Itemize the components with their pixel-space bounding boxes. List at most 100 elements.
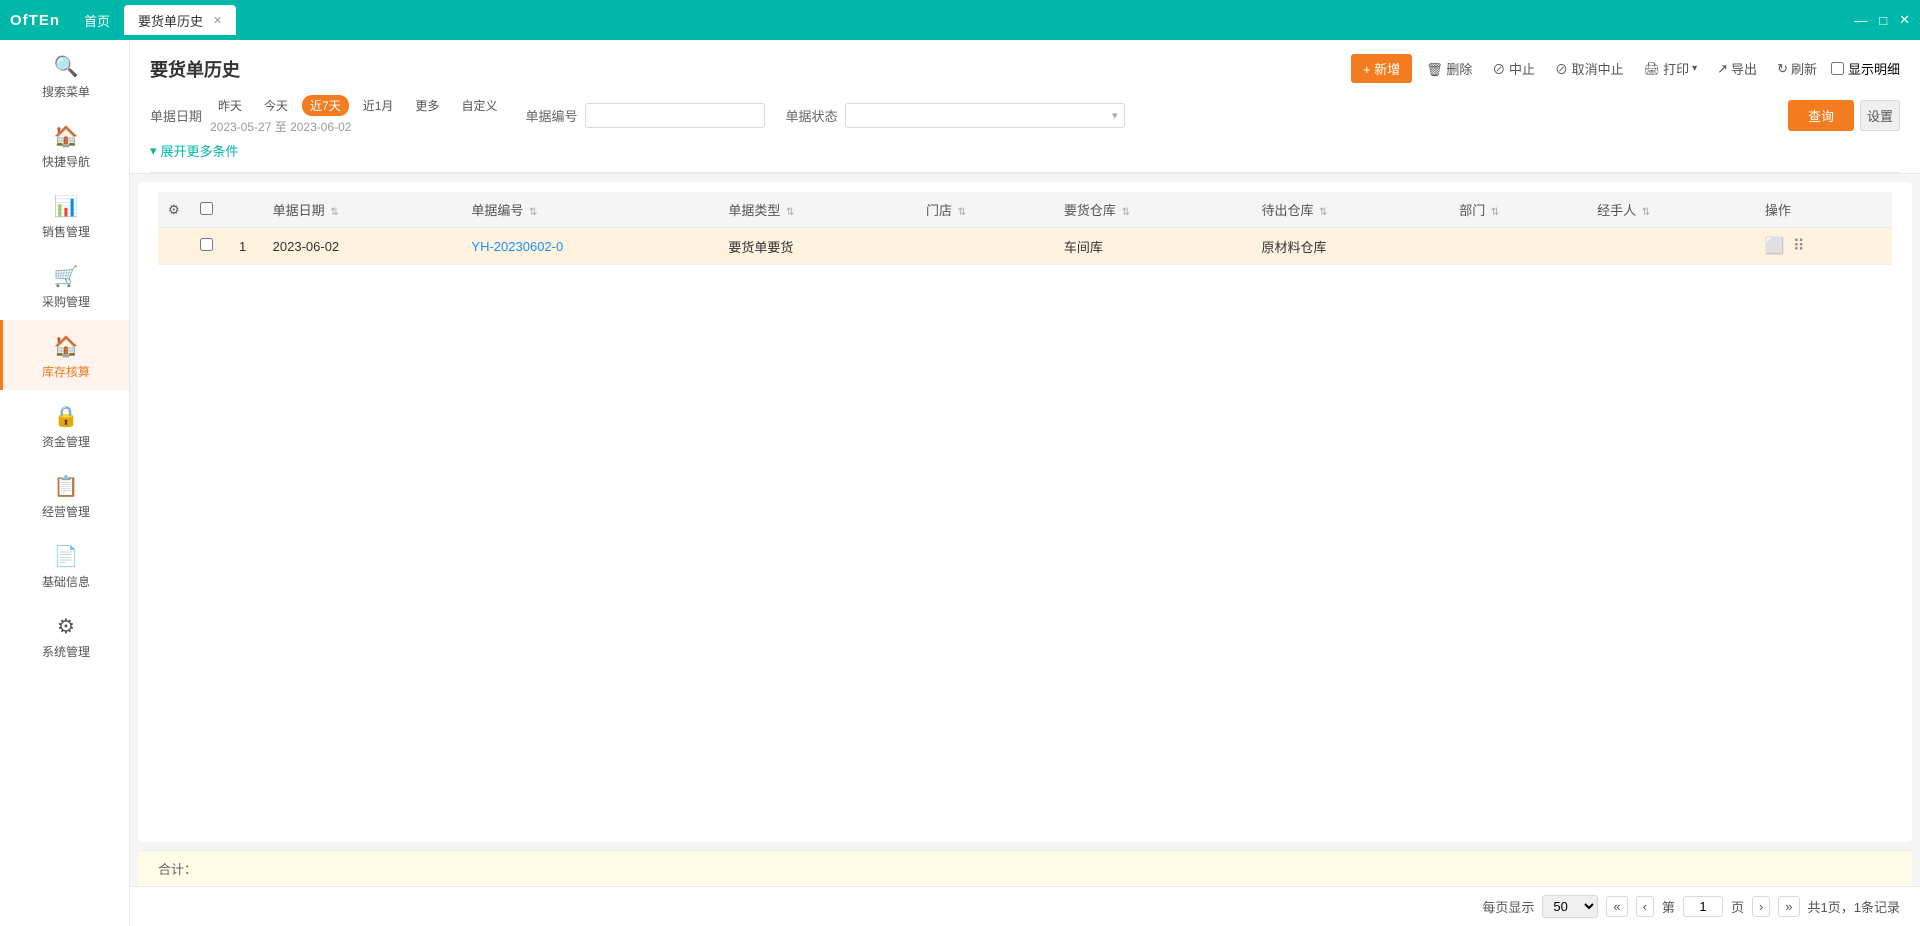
col-bill-type[interactable]: 单据类型 ⇅ [718, 192, 916, 228]
total-info: 共1页，1条记录 [1808, 897, 1900, 916]
row-req-warehouse: 车间库 [1054, 228, 1252, 265]
sidebar-item-purchase-mgmt[interactable]: 🛒 采购管理 [0, 250, 129, 320]
gear-icon: ⚙ [57, 614, 75, 639]
page-num-input[interactable] [1683, 896, 1723, 917]
sidebar-item-operations-mgmt[interactable]: 📋 经营管理 [0, 460, 129, 530]
sort-icon-req-warehouse: ⇅ [1122, 207, 1130, 218]
content-area: 要货单历史 + 新增 🗑 删除 ⊘ 中止 ⊘ 取消中止 🖨 打印 ▾ ↗ 导出 [130, 40, 1920, 926]
export-icon: ↗ [1717, 61, 1728, 77]
tab-requisition-history[interactable]: 要货单历史 ✕ [124, 5, 236, 35]
new-button[interactable]: + 新增 [1351, 54, 1412, 83]
sort-icon-store: ⇅ [958, 207, 966, 218]
page-header: 要货单历史 + 新增 🗑 删除 ⊘ 中止 ⊘ 取消中止 🖨 打印 ▾ ↗ 导出 [130, 40, 1920, 174]
page-title: 要货单历史 [150, 56, 240, 82]
next-page-btn[interactable]: › [1752, 896, 1770, 917]
col-bill-no[interactable]: 单据编号 ⇅ [461, 192, 718, 228]
first-page-btn[interactable]: « [1606, 896, 1627, 917]
main-layout: 🔍 搜索菜单 🏠 快捷导航 📊 销售管理 🛒 采购管理 🏠 库存核算 🔒 资金管… [0, 40, 1920, 926]
filter-row-1: 单据日期 昨天 今天 近7天 近1月 更多 自定义 2023-05-27 至 2… [150, 95, 1900, 135]
delete-button[interactable]: 🗑 删除 [1420, 55, 1478, 82]
bill-status-input[interactable] [845, 103, 1125, 128]
page-label: 第 [1662, 897, 1675, 916]
sort-icon-bill-date: ⇅ [330, 207, 338, 218]
edit-icon[interactable]: ⬜ [1765, 236, 1785, 256]
expand-more-btn[interactable]: ▾ 展开更多条件 [150, 135, 1900, 162]
display-detail-input[interactable] [1831, 62, 1844, 75]
date-btn-1month[interactable]: 近1月 [355, 95, 402, 116]
tab-home[interactable]: 首页 [70, 5, 124, 35]
cancel-stop-button[interactable]: ⊘ 取消中止 [1549, 55, 1630, 82]
close-icon[interactable]: ✕ [1899, 12, 1910, 28]
tab-home-label: 首页 [84, 11, 110, 30]
sidebar-item-purchase-mgmt-label: 采购管理 [42, 293, 90, 310]
col-department[interactable]: 部门 ⇅ [1449, 192, 1587, 228]
page-size-label: 每页显示 [1482, 897, 1534, 916]
clipboard-icon: 📋 [54, 474, 79, 499]
col-store[interactable]: 门店 ⇅ [916, 192, 1054, 228]
sort-icon-handler: ⇅ [1642, 207, 1650, 218]
expand-more-label: 展开更多条件 [161, 141, 239, 160]
sidebar-item-system-mgmt-label: 系统管理 [42, 643, 90, 660]
sidebar-item-inventory-calc[interactable]: 🏠 库存核算 [0, 320, 129, 390]
lock-icon: 🔒 [54, 404, 79, 429]
row-bill-type: 要货单要货 [718, 228, 916, 265]
stop-button[interactable]: ⊘ 中止 [1486, 55, 1541, 82]
date-btn-today[interactable]: 今天 [256, 95, 296, 116]
export-label: 导出 [1731, 59, 1757, 78]
print-button[interactable]: 🖨 打印 ▾ [1638, 55, 1704, 82]
table-row: 1 2023-06-02 YH-20230602-0 要货单要货 车间库 原材料… [158, 228, 1892, 265]
table-footer: 合计： [138, 850, 1912, 886]
maximize-icon[interactable]: □ [1879, 13, 1887, 28]
date-btn-7days[interactable]: 近7天 [302, 95, 349, 116]
sidebar-item-search-menu[interactable]: 🔍 搜索菜单 [0, 40, 129, 110]
bill-no-input[interactable] [585, 103, 765, 128]
print-icon: 🖨 [1644, 61, 1661, 77]
query-button[interactable]: 查询 [1788, 100, 1854, 131]
row-checkbox[interactable] [200, 238, 213, 251]
top-bar: OfTEn 首页 要货单历史 ✕ — □ ✕ [0, 0, 1920, 40]
date-btn-more[interactable]: 更多 [407, 95, 447, 116]
more-icon[interactable]: ⠿ [1793, 236, 1805, 256]
table-area: ⚙ 单据日期 ⇅ 单据编号 ⇅ 单据类型 ⇅ [138, 182, 1912, 842]
col-settings[interactable]: ⚙ [158, 192, 190, 228]
settings-button[interactable]: 设置 [1860, 100, 1900, 131]
sidebar-item-basic-info[interactable]: 📄 基础信息 [0, 530, 129, 600]
prev-page-btn[interactable]: ‹ [1636, 896, 1654, 917]
minimize-icon[interactable]: — [1854, 13, 1867, 28]
sidebar-item-system-mgmt[interactable]: ⚙ 系统管理 [0, 600, 129, 670]
search-icon: 🔍 [54, 54, 79, 79]
sidebar-item-search-menu-label: 搜索菜单 [42, 83, 90, 100]
last-page-btn[interactable]: » [1778, 896, 1799, 917]
cart-icon: 🛒 [54, 264, 79, 289]
tab-close-icon[interactable]: ✕ [213, 14, 222, 27]
bill-status-filter-group: 单据状态 ▾ [785, 103, 1125, 128]
export-button[interactable]: ↗ 导出 [1711, 55, 1763, 82]
data-table: ⚙ 单据日期 ⇅ 单据编号 ⇅ 单据类型 ⇅ [158, 192, 1892, 265]
refresh-icon: ↻ [1777, 61, 1788, 77]
tab-requisition-history-label: 要货单历史 [138, 11, 203, 30]
sort-icon-bill-type: ⇅ [786, 207, 794, 218]
sidebar-item-sales-mgmt-label: 销售管理 [42, 223, 90, 240]
col-handler[interactable]: 经手人 ⇅ [1587, 192, 1755, 228]
col-pending-warehouse[interactable]: 待出仓库 ⇅ [1252, 192, 1450, 228]
bill-status-dropdown-icon: ▾ [1112, 109, 1118, 122]
select-all-checkbox[interactable] [200, 202, 213, 215]
col-bill-date[interactable]: 单据日期 ⇅ [263, 192, 462, 228]
sidebar-item-finance-mgmt[interactable]: 🔒 资金管理 [0, 390, 129, 460]
refresh-button[interactable]: ↻ 刷新 [1771, 55, 1823, 82]
page-size-select[interactable]: 20 50 100 200 [1542, 895, 1598, 918]
bill-no-link[interactable]: YH-20230602-0 [471, 239, 563, 254]
display-detail-checkbox[interactable]: 显示明细 [1831, 59, 1900, 78]
sidebar-item-quick-nav[interactable]: 🏠 快捷导航 [0, 110, 129, 180]
date-btn-yesterday[interactable]: 昨天 [210, 95, 250, 116]
sort-icon-pending-warehouse: ⇅ [1319, 207, 1327, 218]
sidebar-item-basic-info-label: 基础信息 [42, 573, 90, 590]
bill-no-filter-group: 单据编号 [525, 103, 765, 128]
sort-icon-bill-no: ⇅ [529, 207, 537, 218]
date-filter-group: 单据日期 昨天 今天 近7天 近1月 更多 自定义 2023-05-27 至 2… [150, 95, 505, 135]
date-btn-custom[interactable]: 自定义 [453, 95, 505, 116]
sidebar-item-operations-mgmt-label: 经营管理 [42, 503, 90, 520]
col-req-warehouse[interactable]: 要货仓库 ⇅ [1054, 192, 1252, 228]
date-options: 昨天 今天 近7天 近1月 更多 自定义 [210, 95, 505, 116]
sidebar-item-sales-mgmt[interactable]: 📊 销售管理 [0, 180, 129, 250]
